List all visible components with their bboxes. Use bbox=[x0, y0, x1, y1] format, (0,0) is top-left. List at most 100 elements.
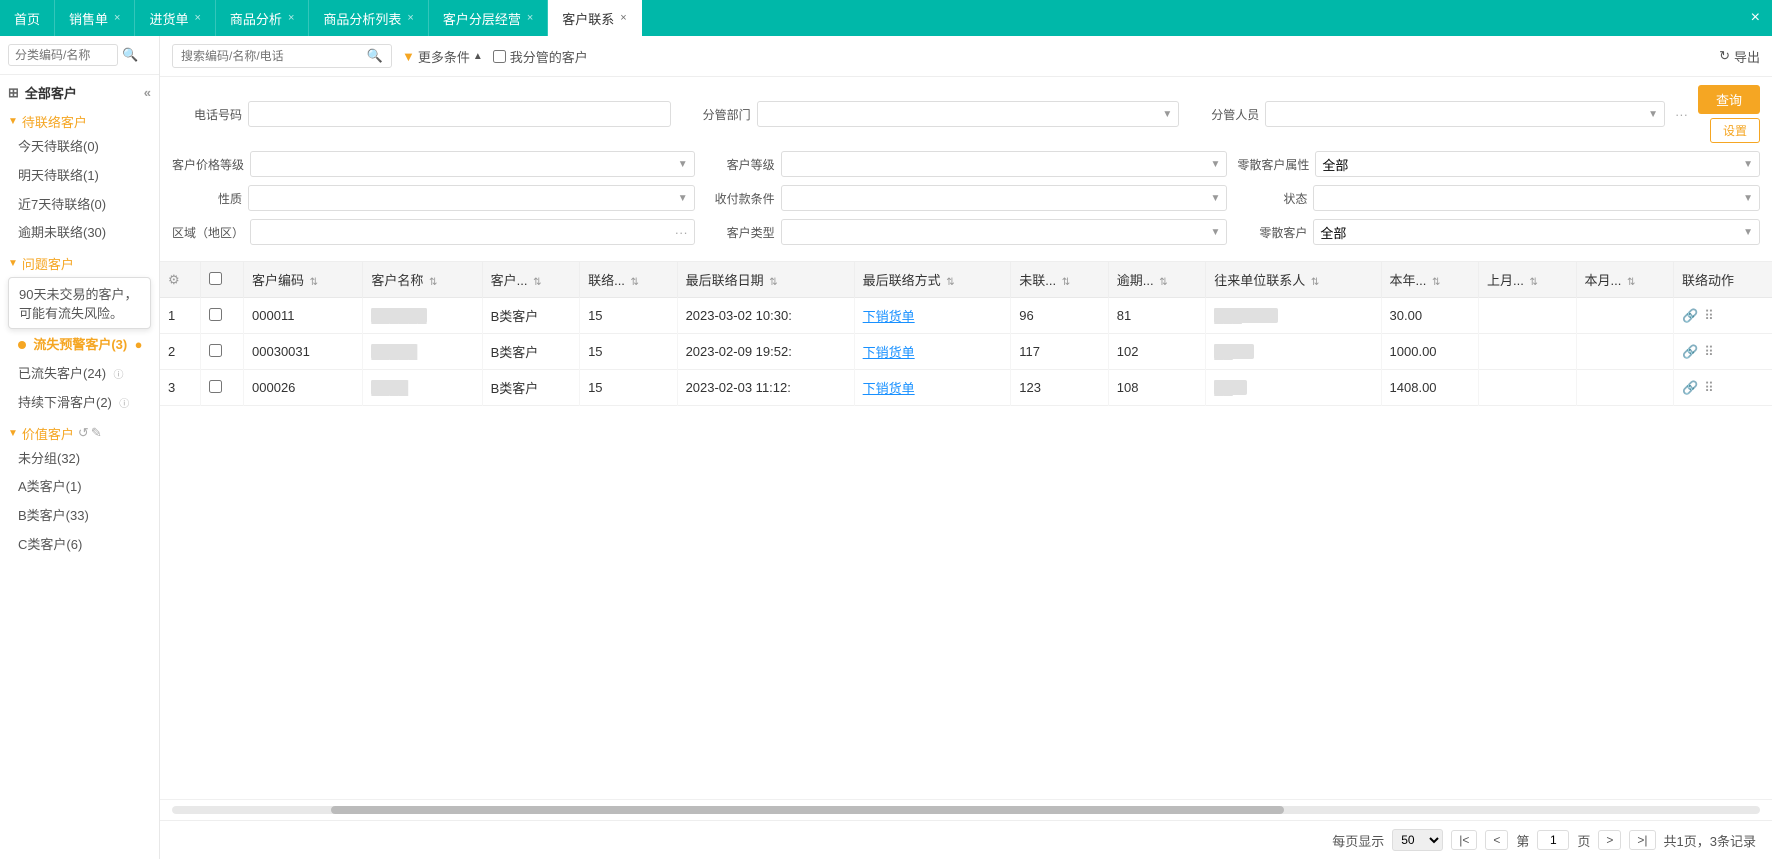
th-last-contact-date[interactable]: 最后联络日期 ⇅ bbox=[677, 262, 854, 298]
row-checkbox-1[interactable] bbox=[209, 344, 222, 357]
row-checkbox-0[interactable] bbox=[209, 308, 222, 321]
filter-nature-select[interactable]: ▼ bbox=[248, 185, 695, 211]
tab-customer-layer[interactable]: 客户分层经营 × bbox=[429, 0, 548, 36]
sidebar-group-value[interactable]: ▼ 价值客户 ↺ ✎ bbox=[0, 418, 159, 445]
cell-last-type-0[interactable]: 下销货单 bbox=[854, 298, 1011, 334]
tab-sales-close[interactable]: × bbox=[114, 12, 120, 24]
filter-person-label: 分管人员 bbox=[1189, 106, 1259, 123]
last-type-link-2[interactable]: 下销货单 bbox=[863, 381, 915, 396]
sidebar-item-a-class[interactable]: A类客户(1) bbox=[0, 473, 159, 502]
filter-price-level-select[interactable]: ▼ bbox=[250, 151, 695, 177]
sidebar-item-declining[interactable]: 持续下滑客户(2) ⓘ bbox=[0, 389, 159, 418]
th-contact-person[interactable]: 往来单位联系人 ⇅ bbox=[1206, 262, 1381, 298]
filter-person-select[interactable]: ▼ bbox=[1265, 101, 1665, 127]
action-more-icon-0[interactable]: ⠿ bbox=[1704, 308, 1714, 324]
tab-purchase-close[interactable]: × bbox=[194, 12, 200, 24]
sidebar-group-pending[interactable]: ▼ 待联络客户 bbox=[0, 106, 159, 133]
th-this-year[interactable]: 本年... ⇅ bbox=[1381, 262, 1478, 298]
area-dots-icon[interactable]: ··· bbox=[675, 225, 688, 240]
last-page-button[interactable]: >| bbox=[1629, 830, 1655, 850]
tab-sales[interactable]: 销售单 × bbox=[55, 0, 135, 36]
tab-home[interactable]: 首页 bbox=[0, 0, 55, 36]
row-checkbox-2[interactable] bbox=[209, 380, 222, 393]
th-last-contact-type[interactable]: 最后联络方式 ⇅ bbox=[854, 262, 1011, 298]
sidebar-item-churned[interactable]: 已流失客户(24) ⓘ bbox=[0, 360, 159, 389]
first-page-button[interactable]: |< bbox=[1451, 830, 1477, 850]
action-link-icon-0[interactable]: 🔗 bbox=[1682, 308, 1698, 324]
sidebar-item-churn-warning[interactable]: 流失预警客户(3) ● bbox=[0, 331, 159, 360]
sidebar-item-c-class[interactable]: C类客户(6) bbox=[0, 531, 159, 560]
tab-customer-layer-close[interactable]: × bbox=[527, 12, 533, 24]
filter-phone-input[interactable] bbox=[248, 101, 671, 127]
cell-checkbox-1[interactable] bbox=[200, 334, 243, 370]
search-icon[interactable]: 🔍 bbox=[367, 48, 383, 64]
th-no-contact[interactable]: 未联... ⇅ bbox=[1011, 262, 1108, 298]
arrow-down-icon2: ▼ bbox=[8, 258, 18, 269]
cell-checkbox-2[interactable] bbox=[200, 370, 243, 406]
search-input[interactable] bbox=[181, 49, 367, 63]
filter-level-select[interactable]: ▼ bbox=[781, 151, 1228, 177]
tab-analysis-close[interactable]: × bbox=[288, 12, 294, 24]
sidebar-item-b-class[interactable]: B类客户(33) bbox=[0, 502, 159, 531]
cell-last-type-1[interactable]: 下销货单 bbox=[854, 334, 1011, 370]
more-filter-label: 更多条件 bbox=[418, 47, 470, 66]
person-dots-icon[interactable]: ··· bbox=[1675, 107, 1688, 122]
sidebar-item-today-pending[interactable]: 今天待联络(0) bbox=[0, 133, 159, 162]
th-this-month[interactable]: 本月... ⇅ bbox=[1576, 262, 1673, 298]
page-input[interactable] bbox=[1537, 830, 1569, 850]
next-page-button[interactable]: > bbox=[1598, 830, 1621, 850]
value-refresh-icon[interactable]: ↺ bbox=[78, 425, 89, 441]
sidebar-all-customers[interactable]: ⊞ 全部客户 « bbox=[0, 75, 159, 106]
horizontal-scrollbar[interactable] bbox=[160, 799, 1772, 820]
th-contact-count[interactable]: 联络... ⇅ bbox=[580, 262, 677, 298]
filter-dept-select[interactable]: ▼ bbox=[757, 101, 1180, 127]
filter-status-select[interactable]: ▼ bbox=[1313, 185, 1760, 211]
my-customer-checkbox[interactable] bbox=[493, 50, 506, 63]
last-type-link-0[interactable]: 下销货单 bbox=[863, 309, 915, 324]
select-all-checkbox[interactable] bbox=[209, 272, 222, 285]
value-edit-icon[interactable]: ✎ bbox=[91, 425, 102, 441]
cell-last-type-2[interactable]: 下销货单 bbox=[854, 370, 1011, 406]
tab-analysis-list[interactable]: 商品分析列表 × bbox=[309, 0, 428, 36]
sidebar-item-tomorrow-pending[interactable]: 明天待联络(1) bbox=[0, 162, 159, 191]
sidebar-search-input[interactable] bbox=[8, 44, 118, 66]
sidebar-root-label: 全部客户 bbox=[25, 83, 77, 102]
sidebar-group-problem[interactable]: ▼ 问题客户 bbox=[0, 248, 159, 275]
sidebar-item-7day-pending[interactable]: 近7天待联络(0) bbox=[0, 191, 159, 220]
tab-customer-contact-close[interactable]: × bbox=[620, 12, 626, 24]
cell-checkbox-0[interactable] bbox=[200, 298, 243, 334]
sidebar-item-overdue-pending[interactable]: 逾期未联络(30) bbox=[0, 219, 159, 248]
sidebar-collapse-icon[interactable]: « bbox=[144, 85, 151, 100]
sidebar-item-ungroup[interactable]: 未分组(32) bbox=[0, 445, 159, 474]
export-button[interactable]: ↻ 导出 bbox=[1719, 47, 1760, 66]
tab-analysis[interactable]: 商品分析 × bbox=[216, 0, 309, 36]
sidebar-search-icon[interactable]: 🔍 bbox=[122, 47, 138, 63]
table-settings-icon[interactable]: ⚙ bbox=[168, 272, 180, 287]
action-more-icon-2[interactable]: ⠿ bbox=[1704, 380, 1714, 396]
tab-analysis-list-close[interactable]: × bbox=[407, 12, 413, 24]
filter-zero-customer-select[interactable]: 全部 ▼ bbox=[1313, 219, 1760, 245]
th-code[interactable]: 客户编码 ⇅ bbox=[244, 262, 363, 298]
th-name[interactable]: 客户名称 ⇅ bbox=[363, 262, 482, 298]
per-page-select[interactable]: 50 100 200 bbox=[1392, 829, 1443, 851]
th-overdue[interactable]: 逾期... ⇅ bbox=[1108, 262, 1205, 298]
cell-name-0: ██████ bbox=[363, 298, 482, 334]
action-link-icon-1[interactable]: 🔗 bbox=[1682, 344, 1698, 360]
last-type-link-1[interactable]: 下销货单 bbox=[863, 345, 915, 360]
chevron-up-icon: ▲ bbox=[473, 51, 483, 62]
tab-purchase[interactable]: 进货单 × bbox=[135, 0, 215, 36]
search-button[interactable]: 查询 bbox=[1698, 85, 1760, 114]
filter-payment-select[interactable]: ▼ bbox=[781, 185, 1228, 211]
filter-area-select[interactable]: ··· bbox=[250, 219, 695, 245]
settings-button[interactable]: 设置 bbox=[1710, 118, 1760, 143]
tab-customer-contact[interactable]: 客户联系 × bbox=[548, 0, 641, 36]
window-close-button[interactable]: × bbox=[1751, 9, 1772, 27]
th-last-month[interactable]: 上月... ⇅ bbox=[1479, 262, 1576, 298]
prev-page-button[interactable]: < bbox=[1485, 830, 1508, 850]
th-level[interactable]: 客户... ⇅ bbox=[482, 262, 579, 298]
filter-zero-attr-select[interactable]: 全部 ▼ bbox=[1315, 151, 1760, 177]
action-more-icon-1[interactable]: ⠿ bbox=[1704, 344, 1714, 360]
filter-type-select[interactable]: ▼ bbox=[781, 219, 1228, 245]
more-filter-button[interactable]: ▼ 更多条件 ▲ bbox=[402, 47, 483, 66]
action-link-icon-2[interactable]: 🔗 bbox=[1682, 380, 1698, 396]
